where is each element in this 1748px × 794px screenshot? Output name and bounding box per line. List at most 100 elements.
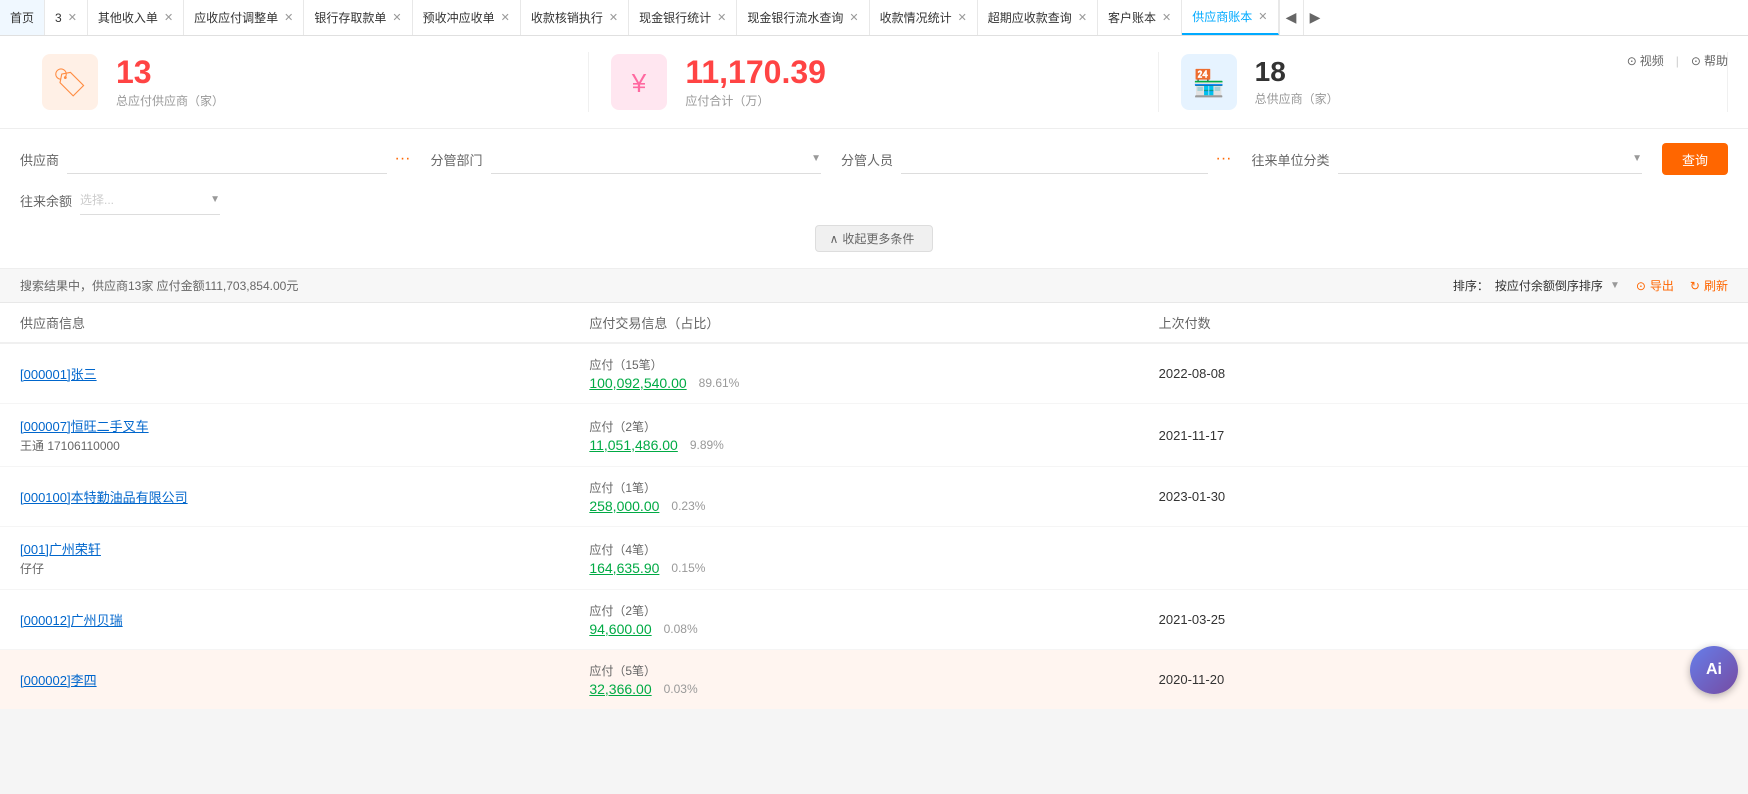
last-pay-cell: 2021-03-25 <box>1159 612 1728 627</box>
filter-balance: 往来余额 选择... ▼ <box>20 185 220 215</box>
supplier-link[interactable]: [000002]李四 <box>20 673 97 688</box>
supplier-dots-icon[interactable]: ··· <box>395 150 411 168</box>
supplier-sub-info: 仔仔 <box>20 560 589 577</box>
nav-tab-advance-check-label: 预收冲应收单 <box>423 9 495 26</box>
nav-tab-other-income[interactable]: 其他收入单 ✕ <box>88 0 184 35</box>
supplier-link[interactable]: [001]广州荣轩 <box>20 542 101 557</box>
category-chevron-icon: ▼ <box>1632 153 1642 164</box>
trans-label: 应付（1笔） <box>589 479 1158 496</box>
trans-amount[interactable]: 164,635.90 <box>589 560 659 576</box>
nav-tab-bank-deposit[interactable]: 银行存取款单 ✕ <box>304 0 412 35</box>
nav-tab-payable-adjust-close[interactable]: ✕ <box>284 11 293 24</box>
ai-badge[interactable]: Ai <box>1690 646 1738 694</box>
last-pay-cell: 2022-08-08 <box>1159 366 1728 381</box>
nav-tab-payable-adjust[interactable]: 应收应付调整单 ✕ <box>184 0 304 35</box>
help-icon: ⊙ <box>1691 54 1701 68</box>
supplier-info-cell: [001]广州荣轩仔仔 <box>20 539 589 577</box>
category-select[interactable]: ▼ <box>1338 144 1642 174</box>
supplier-link[interactable]: [000100]本特勤油品有限公司 <box>20 490 188 505</box>
trans-amount[interactable]: 11,051,486.00 <box>589 437 678 453</box>
stat-amount-number: 11,170.39 <box>685 56 826 88</box>
nav-tab-home-label: 首页 <box>10 9 34 26</box>
supplier-link[interactable]: [000007]恒旺二手叉车 <box>20 419 149 434</box>
nav-tab-customer-account-close[interactable]: ✕ <box>1162 11 1171 24</box>
video-link[interactable]: ⊙ 视频 <box>1627 52 1664 69</box>
transaction-info-cell: 应付（2笔）94,600.000.08% <box>589 602 1158 637</box>
nav-tab-cash-bank-stat-close[interactable]: ✕ <box>717 11 726 24</box>
nav-tab-overdue-query-close[interactable]: ✕ <box>1078 11 1087 24</box>
export-button[interactable]: ⊙ 导出 <box>1636 277 1674 294</box>
table-row: [000100]本特勤油品有限公司应付（1笔）258,000.000.23%20… <box>0 467 1748 527</box>
dept-select[interactable]: ▼ <box>491 144 821 174</box>
nav-tab-other-income-close[interactable]: ✕ <box>164 11 173 24</box>
balance-chevron-icon: ▼ <box>210 194 220 205</box>
nav-tab-supplier-account[interactable]: 供应商账本 ✕ <box>1182 0 1278 35</box>
filter-category: 往来单位分类 ▼ <box>1252 144 1643 174</box>
nav-tab-customer-account[interactable]: 客户账本 ✕ <box>1098 0 1182 35</box>
nav-tab-home[interactable]: 首页 <box>0 0 45 35</box>
nav-tab-supplier-account-close[interactable]: ✕ <box>1258 10 1267 23</box>
nav-tab-bank-deposit-close[interactable]: ✕ <box>392 11 401 24</box>
balance-select[interactable]: 选择... ▼ <box>80 185 220 215</box>
collapse-button[interactable]: ∧ 收起更多条件 <box>815 225 934 252</box>
export-icon: ⊙ <box>1636 279 1646 293</box>
nav-tab-advance-check-close[interactable]: ✕ <box>501 11 510 24</box>
supplier-link[interactable]: [000001]张三 <box>20 367 97 382</box>
table-row: [000002]李四应付（5笔）32,366.000.03%2020-11-20 <box>0 650 1748 710</box>
person-dots-icon[interactable]: ··· <box>1216 150 1232 168</box>
table-row: [001]广州荣轩仔仔应付（4笔）164,635.900.15% <box>0 527 1748 590</box>
supplier-filter-label: 供应商 <box>20 150 59 169</box>
trans-amount[interactable]: 32,366.00 <box>589 681 651 697</box>
last-pay-cell: 2021-11-17 <box>1159 428 1728 443</box>
nav-tab-overdue-query[interactable]: 超期应收款查询 ✕ <box>978 0 1098 35</box>
col3-header: 上次付数 <box>1159 313 1728 332</box>
video-label: 视频 <box>1640 52 1664 69</box>
stat-amount-label: 应付合计（万） <box>685 92 826 109</box>
supplier-info-cell: [000012]广州贝瑞 <box>20 610 589 629</box>
nav-tab-cash-bank-flow-label: 现金银行流水查询 <box>747 9 843 26</box>
col2-header: 应付交易信息（占比） <box>589 313 1158 332</box>
table-row: [000007]恒旺二手叉车王通 17106110000应付（2笔）11,051… <box>0 404 1748 467</box>
supplier-link[interactable]: [000012]广州贝瑞 <box>20 613 123 628</box>
nav-tab-3[interactable]: 3 ✕ <box>45 0 88 35</box>
last-pay-cell: 2020-11-20 <box>1159 672 1728 687</box>
nav-tab-cash-bank-stat-label: 现金银行统计 <box>639 9 711 26</box>
trans-amount[interactable]: 258,000.00 <box>589 498 659 514</box>
refresh-button[interactable]: ↻ 刷新 <box>1690 277 1728 294</box>
help-link[interactable]: ⊙ 帮助 <box>1691 52 1728 69</box>
person-input[interactable] <box>901 144 1208 174</box>
stat-payable-suppliers: 🏷 13 总应付供应商（家） <box>20 52 589 112</box>
nav-tab-3-close[interactable]: ✕ <box>68 11 77 24</box>
supplier-info-cell: [000002]李四 <box>20 670 589 689</box>
nav-tab-cash-bank-flow-close[interactable]: ✕ <box>849 11 858 24</box>
query-button[interactable]: 查询 <box>1662 143 1728 175</box>
trans-label: 应付（5笔） <box>589 662 1158 679</box>
filter-supplier: 供应商 ··· <box>20 144 411 174</box>
nav-tab-other-income-label: 其他收入单 <box>98 9 158 26</box>
trans-amount[interactable]: 100,092,540.00 <box>589 375 686 391</box>
sort-select[interactable]: 排序： 按应付余额倒序排序 ▼ <box>1453 277 1620 294</box>
last-pay-date: 2022-08-08 <box>1159 366 1226 381</box>
stat-payable-label: 总应付供应商（家） <box>116 92 224 109</box>
nav-tab-collection-stat[interactable]: 收款情况统计 ✕ <box>870 0 978 35</box>
nav-tab-cash-bank-flow[interactable]: 现金银行流水查询 ✕ <box>737 0 869 35</box>
trans-amount-row: 11,051,486.009.89% <box>589 437 1158 453</box>
nav-tab-collection-exec[interactable]: 收款核销执行 ✕ <box>521 0 629 35</box>
svg-text:🏪: 🏪 <box>1192 68 1224 98</box>
nav-tab-collection-exec-close[interactable]: ✕ <box>609 11 618 24</box>
stat-payable-amount: ¥ 11,170.39 应付合计（万） <box>589 52 1158 112</box>
transaction-info-cell: 应付（5笔）32,366.000.03% <box>589 662 1158 697</box>
nav-tab-collection-stat-close[interactable]: ✕ <box>958 11 967 24</box>
table-body: [000001]张三 应付（15笔） 100,092,540.00 89.61% 202… <box>0 344 1748 710</box>
trans-amount[interactable]: 94,600.00 <box>589 621 651 637</box>
nav-tab-collection-stat-label: 收款情况统计 <box>880 9 952 26</box>
nav-prev-arrow[interactable]: ◀ <box>1279 0 1303 36</box>
trans-label: 应付（15笔） <box>589 356 1158 373</box>
filter-area: 供应商 ··· 分管部门 ▼ 分管人员 ··· 往来单位分类 ▼ 查询 <box>0 129 1748 269</box>
trans-percent: 89.61% <box>699 376 740 390</box>
nav-tab-cash-bank-stat[interactable]: 现金银行统计 ✕ <box>629 0 737 35</box>
help-label: 帮助 <box>1704 52 1728 69</box>
nav-next-arrow[interactable]: ▶ <box>1303 0 1327 36</box>
nav-tab-advance-check[interactable]: 预收冲应收单 ✕ <box>413 0 521 35</box>
supplier-input[interactable] <box>67 144 387 174</box>
